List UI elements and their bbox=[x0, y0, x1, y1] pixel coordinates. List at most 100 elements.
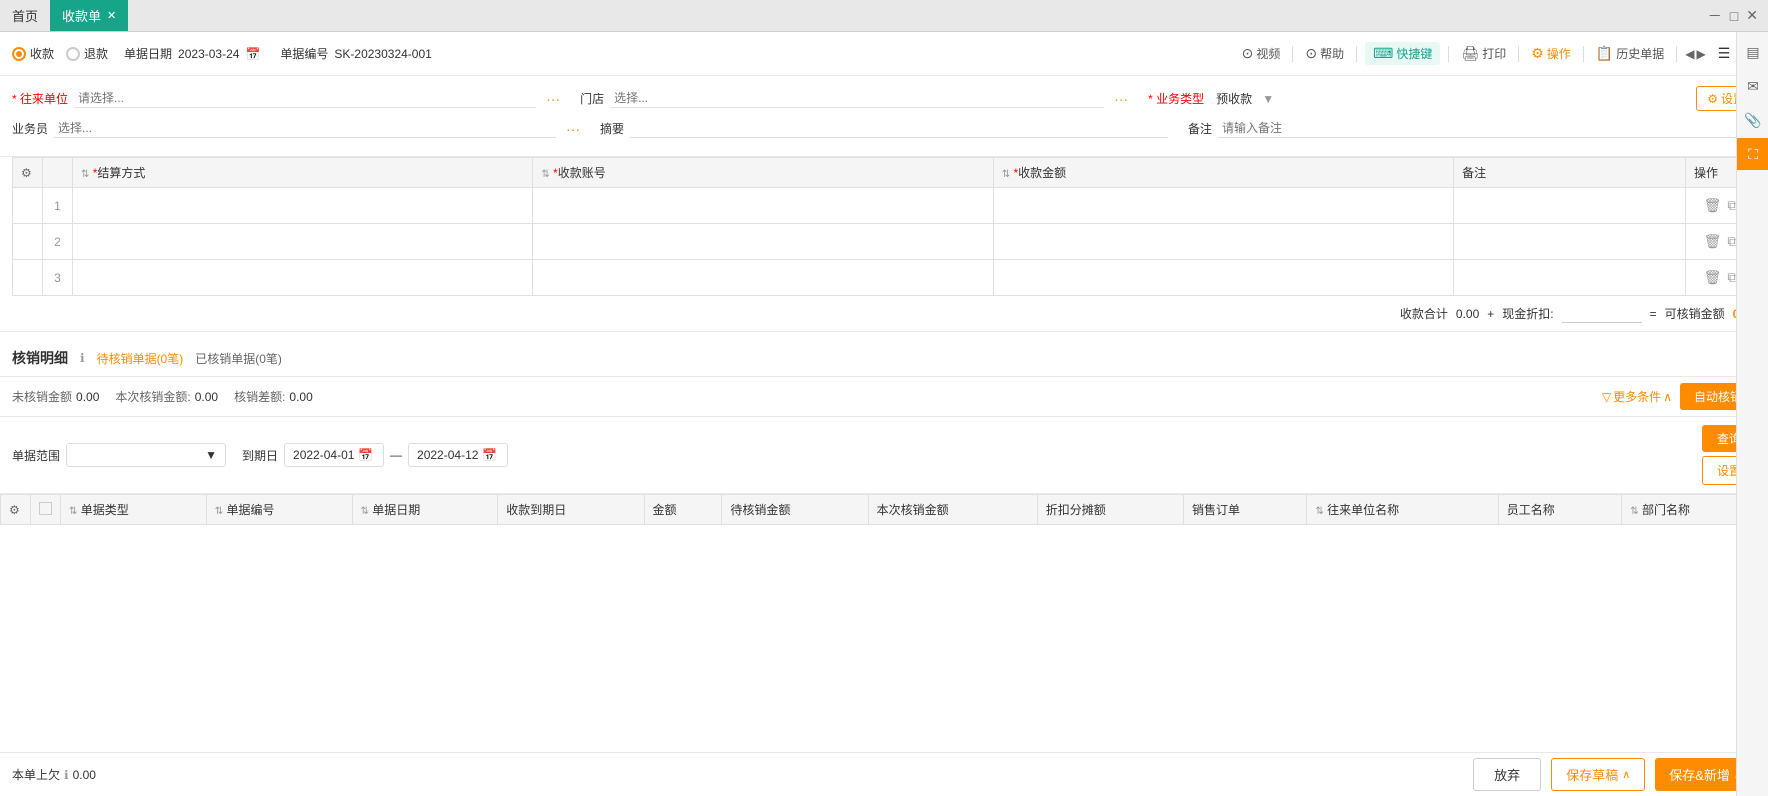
divider-5 bbox=[1583, 46, 1584, 62]
summary-field: 摘要 bbox=[600, 119, 1168, 138]
hexiao-info-icon[interactable]: ℹ bbox=[80, 351, 85, 365]
radio-receipt[interactable]: 收款 bbox=[12, 45, 54, 62]
row3-delete-button[interactable]: 🗑 bbox=[1704, 269, 1722, 286]
settlement-sort-icon[interactable]: ⇅ bbox=[81, 169, 89, 180]
video-button[interactable]: ⊙ 视频 bbox=[1238, 43, 1285, 64]
date-start-calendar-icon[interactable]: 📅 bbox=[358, 448, 373, 462]
row1-account[interactable] bbox=[533, 188, 993, 224]
table-gear-icon[interactable]: ⚙ bbox=[21, 166, 32, 180]
business-type-dropdown-icon[interactable]: ▼ bbox=[1262, 92, 1274, 106]
bill-type-sort-icon[interactable]: ⇅ bbox=[69, 506, 77, 517]
window-close-button[interactable]: ✕ bbox=[1746, 7, 1758, 24]
history-label: 历史单据 bbox=[1616, 45, 1664, 62]
tab-home[interactable]: 首页 bbox=[0, 0, 50, 31]
hexiao-done-tab[interactable]: 已核销单据(0笔) bbox=[195, 350, 282, 367]
tab-home-label: 首页 bbox=[12, 6, 38, 25]
date-start-value: 2022-04-01 bbox=[293, 448, 354, 462]
history-button[interactable]: 📋 历史单据 bbox=[1592, 43, 1668, 64]
tab-close-icon[interactable]: ✕ bbox=[107, 9, 116, 22]
note-input[interactable] bbox=[1218, 119, 1756, 138]
staff-input[interactable] bbox=[54, 119, 556, 138]
dept-sort-icon[interactable]: ⇅ bbox=[1630, 506, 1638, 517]
row3-note[interactable] bbox=[1454, 260, 1686, 296]
row2-note[interactable] bbox=[1454, 224, 1686, 260]
select-all-checkbox[interactable] bbox=[39, 502, 52, 515]
bottom-counterpart-col: ⇅ 往来单位名称 bbox=[1307, 495, 1498, 525]
history-icon: 📋 bbox=[1596, 45, 1613, 62]
tab-receipt[interactable]: 收款单 ✕ bbox=[50, 0, 128, 31]
summary-input[interactable] bbox=[630, 119, 1168, 138]
sidebar-attach-icon[interactable]: 📎 bbox=[1737, 104, 1768, 136]
row1-settlement[interactable] bbox=[73, 188, 533, 224]
date-end-input[interactable]: 2022-04-12 📅 bbox=[408, 443, 508, 467]
business-type-value: 预收款 bbox=[1216, 90, 1252, 107]
range-select[interactable]: ▼ bbox=[66, 443, 226, 467]
divider-1 bbox=[1292, 46, 1293, 62]
diff-value: 0.00 bbox=[289, 390, 312, 404]
sidebar-expand-icon[interactable]: ⛶ bbox=[1737, 138, 1768, 170]
row3-account[interactable] bbox=[533, 260, 993, 296]
layout-list-icon[interactable]: ☰ bbox=[1714, 43, 1735, 64]
table-row: 3 🗑 ⧉ bbox=[13, 260, 1756, 296]
window-minimize-button[interactable]: － bbox=[1708, 6, 1722, 26]
window-maximize-button[interactable]: □ bbox=[1730, 8, 1738, 24]
range-label: 单据范围 bbox=[12, 447, 60, 464]
bottom-gear-icon[interactable]: ⚙ bbox=[9, 503, 20, 517]
nav-next-button[interactable]: ▶ bbox=[1696, 47, 1705, 61]
save-draft-button[interactable]: 保存草稿 ∧ bbox=[1551, 758, 1645, 791]
current-col-label: 本次核销金额 bbox=[877, 503, 949, 517]
discount-input[interactable] bbox=[1562, 304, 1642, 323]
amount-sort-icon[interactable]: ⇅ bbox=[1002, 169, 1010, 180]
bill-no-sort-icon[interactable]: ⇅ bbox=[215, 506, 223, 517]
radio-refund[interactable]: 退款 bbox=[66, 45, 108, 62]
bill-date-sort-icon[interactable]: ⇅ bbox=[361, 506, 369, 517]
operations-button[interactable]: ⚙ 操作 bbox=[1527, 43, 1575, 64]
diff-stat: 核销差额: 0.00 bbox=[234, 388, 313, 405]
row2-account[interactable] bbox=[533, 224, 993, 260]
help-button[interactable]: ⊙ 帮助 bbox=[1301, 43, 1348, 64]
date-calendar-icon[interactable]: 📅 bbox=[245, 47, 260, 61]
bill-date-col-label: 单据日期 bbox=[372, 503, 420, 517]
staff-label: 业务员 bbox=[12, 120, 48, 137]
row3-settlement[interactable] bbox=[73, 260, 533, 296]
more-conditions-button[interactable]: ▽ 更多条件 ∧ bbox=[1602, 388, 1672, 405]
date-end-calendar-icon[interactable]: 📅 bbox=[482, 448, 497, 462]
staff-field: 业务员 ··· bbox=[12, 119, 580, 138]
counterpart-input[interactable] bbox=[74, 89, 536, 108]
row2-num: 2 bbox=[43, 224, 73, 260]
sidebar-message-icon[interactable]: ✉ bbox=[1737, 70, 1768, 102]
print-button[interactable]: 🖨 打印 bbox=[1457, 43, 1510, 64]
hexiao-pending-tab[interactable]: 待核销单据(0笔) bbox=[97, 350, 184, 367]
row2-settlement[interactable] bbox=[73, 224, 533, 260]
shortcut-button[interactable]: ⌨ 快捷键 bbox=[1365, 42, 1440, 65]
bill-type-col-label: 单据类型 bbox=[81, 503, 129, 517]
store-input[interactable] bbox=[610, 89, 1104, 108]
dept-col-label: 部门名称 bbox=[1642, 503, 1690, 517]
table-account-col: ⇅ *收款账号 bbox=[533, 158, 993, 188]
date-start-input[interactable]: 2022-04-01 📅 bbox=[284, 443, 384, 467]
abandon-button[interactable]: 放弃 bbox=[1473, 758, 1541, 791]
row1-note[interactable] bbox=[1454, 188, 1686, 224]
sidebar-table-icon[interactable]: ▤ bbox=[1737, 36, 1768, 68]
available-label: 可核销金额 bbox=[1665, 305, 1725, 322]
row2-delete-button[interactable]: 🗑 bbox=[1704, 233, 1722, 250]
staff-more-button[interactable]: ··· bbox=[566, 121, 580, 137]
footer-info-icon[interactable]: ℹ bbox=[64, 768, 69, 782]
main-table-section: ⚙ ⇅ *结算方式 ⇅ *收款账号 ⇅ *收款金额 bbox=[0, 157, 1768, 296]
row1-amount[interactable] bbox=[993, 188, 1453, 224]
nav-prev-button[interactable]: ◀ bbox=[1685, 47, 1694, 61]
footer-info-value: 0.00 bbox=[73, 768, 96, 782]
scrollbar[interactable] bbox=[1737, 172, 1768, 792]
account-sort-icon[interactable]: ⇅ bbox=[541, 169, 549, 180]
counterpart-more-button[interactable]: ··· bbox=[546, 91, 560, 107]
table-rownum-col bbox=[43, 158, 73, 188]
row3-amount[interactable] bbox=[993, 260, 1453, 296]
table-amount-col: ⇅ *收款金额 bbox=[993, 158, 1453, 188]
radio-refund-dot bbox=[66, 47, 80, 61]
row1-delete-button[interactable]: 🗑 bbox=[1704, 197, 1722, 214]
bottom-staff-col: 员工名称 bbox=[1498, 495, 1621, 525]
counterpart-sort-icon[interactable]: ⇅ bbox=[1315, 506, 1323, 517]
row2-amount[interactable] bbox=[993, 224, 1453, 260]
store-more-button[interactable]: ··· bbox=[1114, 91, 1128, 107]
hexiao-actions: ▽ 更多条件 ∧ 自动核销 bbox=[1602, 383, 1756, 410]
